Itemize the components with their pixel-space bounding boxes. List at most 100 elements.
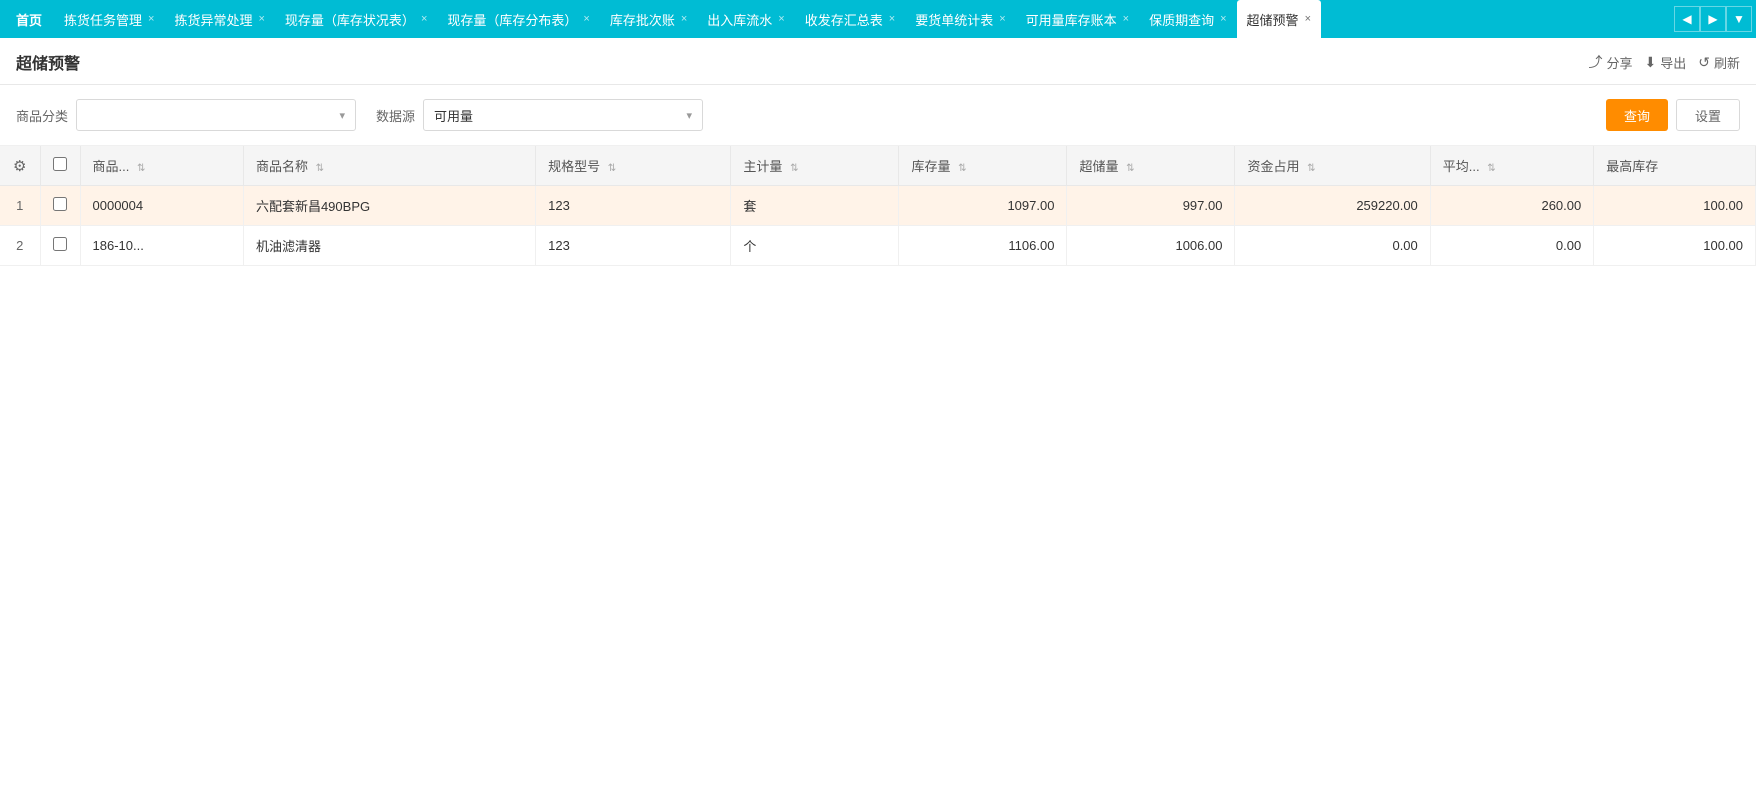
nav-item-7[interactable]: 要货单统计表 × [905, 0, 1015, 38]
header-actions: ⤴ 分享 ⬇ 导出 ↺ 刷新 [1588, 52, 1740, 72]
close-icon[interactable]: × [1220, 13, 1226, 25]
sort-icon: ⇅ [958, 163, 966, 174]
close-icon[interactable]: × [681, 13, 687, 25]
nav-item-6[interactable]: 收发存汇总表 × [795, 0, 905, 38]
category-filter: 商品分类 ▾ [16, 99, 356, 131]
datasource-label: 数据源 [376, 106, 415, 125]
row-code: 0000004 [80, 186, 243, 226]
sort-icon: ⇅ [1487, 163, 1495, 174]
row-unit: 套 [731, 186, 899, 226]
row-overstock: 1006.00 [1067, 226, 1235, 266]
top-navigation: 首页 拣货任务管理 × 拣货异常处理 × 现存量（库存状况表） × 现存量（库存… [0, 0, 1756, 38]
row-checkbox-cell [40, 226, 80, 266]
nav-arrow-group: ◀ ▶ ▼ [1674, 6, 1752, 32]
page-container: 超储预警 ⤴ 分享 ⬇ 导出 ↺ 刷新 商品分类 ▾ 数据源 [0, 38, 1756, 800]
filter-actions: 查询 设置 [1606, 99, 1740, 131]
th-max-stock[interactable]: 最高库存 [1594, 146, 1756, 186]
datasource-select-text: 可用量 [434, 106, 686, 125]
table-container: ⚙ 商品... ⇅ 商品名称 ⇅ 规格型号 ⇅ [0, 146, 1756, 266]
table-body: 1 0000004 六配套新昌490BPG 123 套 1097.00 997.… [0, 186, 1756, 266]
sort-icon: ⇅ [790, 163, 798, 174]
row-avg: 260.00 [1430, 186, 1593, 226]
nav-arrow-more[interactable]: ▼ [1726, 6, 1752, 32]
chevron-down-icon: ▾ [339, 109, 345, 122]
row-spec: 123 [536, 226, 731, 266]
export-icon: ⬇ [1645, 54, 1657, 71]
close-icon[interactable]: × [1123, 13, 1129, 25]
row-max-stock: 100.00 [1594, 226, 1756, 266]
table-row: 1 0000004 六配套新昌490BPG 123 套 1097.00 997.… [0, 186, 1756, 226]
th-name[interactable]: 商品名称 ⇅ [243, 146, 535, 186]
th-stock[interactable]: 库存量 ⇅ [899, 146, 1067, 186]
row-stock: 1106.00 [899, 226, 1067, 266]
nav-item-4[interactable]: 库存批次账 × [600, 0, 697, 38]
nav-arrow-left[interactable]: ◀ [1674, 6, 1700, 32]
sort-icon: ⇅ [1126, 163, 1134, 174]
close-icon[interactable]: × [258, 13, 264, 25]
row-index: 1 [0, 186, 40, 226]
th-spec[interactable]: 规格型号 ⇅ [536, 146, 731, 186]
close-icon[interactable]: × [583, 13, 589, 25]
th-capital[interactable]: 资金占用 ⇅ [1235, 146, 1430, 186]
filter-bar: 商品分类 ▾ 数据源 可用量 ▾ 查询 设置 [0, 85, 1756, 146]
row-index: 2 [0, 226, 40, 266]
gear-icon[interactable]: ⚙ [13, 158, 26, 175]
close-icon[interactable]: × [421, 13, 427, 25]
sort-icon: ⇅ [1307, 163, 1315, 174]
share-icon: ⤴ [1588, 52, 1602, 72]
category-label: 商品分类 [16, 106, 68, 125]
table-header-row: ⚙ 商品... ⇅ 商品名称 ⇅ 规格型号 ⇅ [0, 146, 1756, 186]
refresh-icon: ↺ [1698, 54, 1710, 71]
nav-item-2[interactable]: 现存量（库存状况表） × [275, 0, 437, 38]
nav-item-3[interactable]: 现存量（库存分布表） × [437, 0, 599, 38]
sort-icon: ⇅ [316, 163, 324, 174]
row-overstock: 997.00 [1067, 186, 1235, 226]
row-spec: 123 [536, 186, 731, 226]
row-name: 六配套新昌490BPG [243, 186, 535, 226]
close-icon[interactable]: × [148, 13, 154, 25]
row-unit: 个 [731, 226, 899, 266]
nav-item-10[interactable]: 超储预警 × [1237, 0, 1321, 38]
th-overstock[interactable]: 超储量 ⇅ [1067, 146, 1235, 186]
row-max-stock: 100.00 [1594, 186, 1756, 226]
export-button[interactable]: ⬇ 导出 [1645, 53, 1687, 72]
th-gear: ⚙ [0, 146, 40, 186]
row-checkbox[interactable] [53, 237, 67, 251]
select-all-checkbox[interactable] [53, 157, 67, 171]
row-name: 机油滤清器 [243, 226, 535, 266]
query-button[interactable]: 查询 [1606, 99, 1668, 131]
share-button[interactable]: ⤴ 分享 [1588, 52, 1632, 72]
th-unit[interactable]: 主计量 ⇅ [731, 146, 899, 186]
row-checkbox[interactable] [53, 197, 67, 211]
set-button[interactable]: 设置 [1676, 99, 1740, 131]
close-icon[interactable]: × [889, 13, 895, 25]
row-avg: 0.00 [1430, 226, 1593, 266]
nav-home[interactable]: 首页 [4, 0, 54, 38]
row-code: 186-10... [80, 226, 243, 266]
nav-arrow-right[interactable]: ▶ [1700, 6, 1726, 32]
refresh-button[interactable]: ↺ 刷新 [1698, 53, 1740, 72]
row-stock: 1097.00 [899, 186, 1067, 226]
sort-icon: ⇅ [137, 163, 145, 174]
nav-item-8[interactable]: 可用量库存账本 × [1016, 0, 1139, 38]
page-title: 超储预警 [16, 50, 1588, 74]
close-icon[interactable]: × [778, 13, 784, 25]
row-capital: 259220.00 [1235, 186, 1430, 226]
nav-item-1[interactable]: 拣货异常处理 × [164, 0, 274, 38]
row-capital: 0.00 [1235, 226, 1430, 266]
row-checkbox-cell [40, 186, 80, 226]
datasource-select[interactable]: 可用量 ▾ [423, 99, 703, 131]
close-icon[interactable]: × [999, 13, 1005, 25]
th-checkbox [40, 146, 80, 186]
th-code[interactable]: 商品... ⇅ [80, 146, 243, 186]
nav-item-5[interactable]: 出入库流水 × [697, 0, 794, 38]
th-avg[interactable]: 平均... ⇅ [1430, 146, 1593, 186]
close-icon[interactable]: × [1305, 13, 1311, 25]
sort-icon: ⇅ [608, 163, 616, 174]
chevron-down-icon: ▾ [687, 109, 693, 122]
nav-item-9[interactable]: 保质期查询 × [1139, 0, 1236, 38]
nav-item-0[interactable]: 拣货任务管理 × [54, 0, 164, 38]
category-select[interactable]: ▾ [76, 99, 356, 131]
table-row: 2 186-10... 机油滤清器 123 个 1106.00 1006.00 … [0, 226, 1756, 266]
datasource-filter: 数据源 可用量 ▾ [376, 99, 703, 131]
